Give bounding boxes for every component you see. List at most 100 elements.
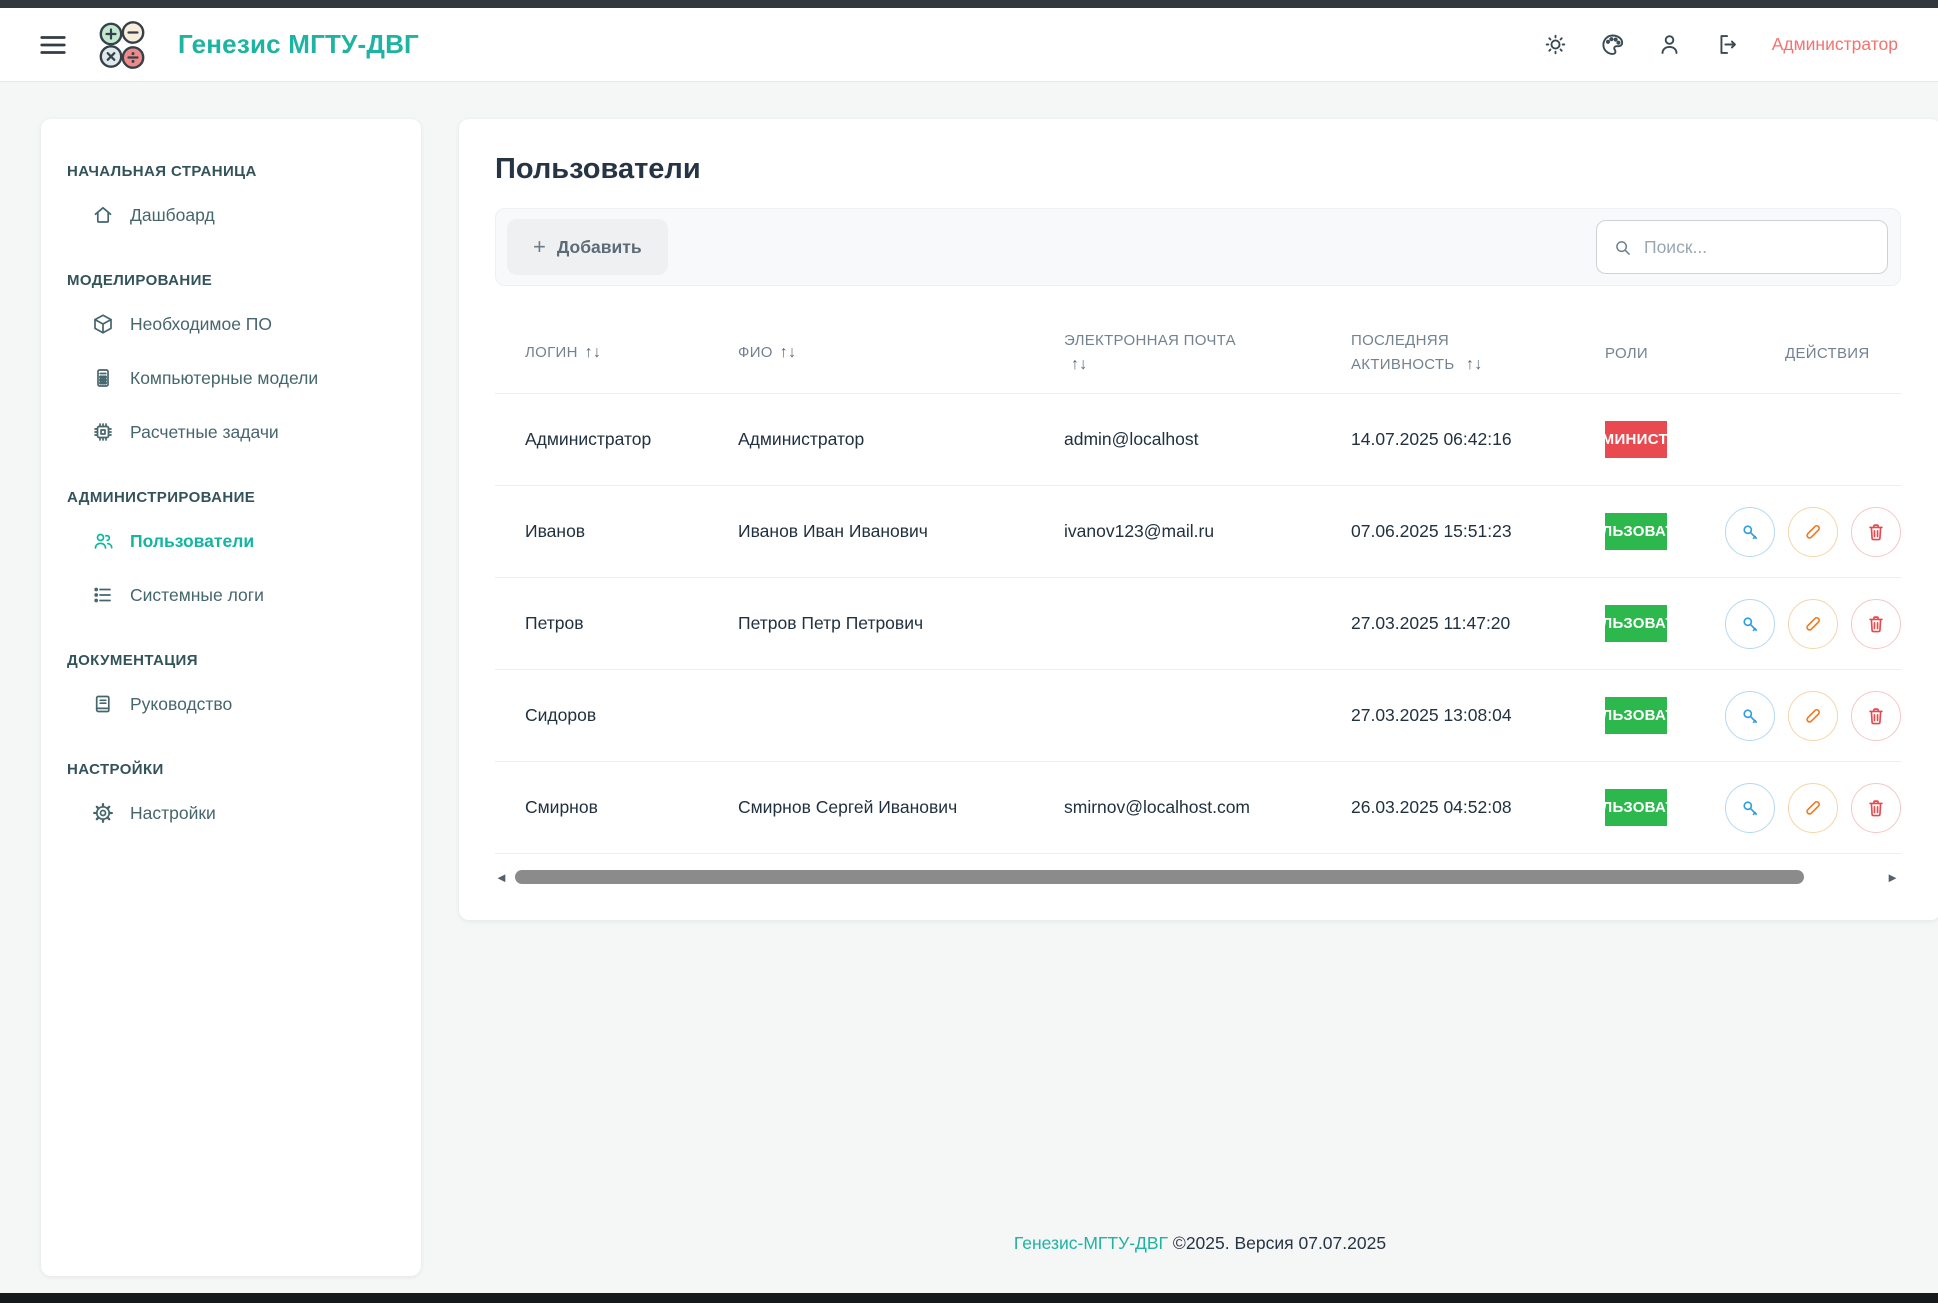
cell-login: Иванов bbox=[525, 521, 586, 541]
cell-email: admin@localhost bbox=[1064, 429, 1199, 449]
search-icon bbox=[1612, 237, 1633, 258]
sidebar-item-users[interactable]: Пользователи bbox=[67, 514, 403, 568]
cell-login: Смирнов bbox=[525, 797, 598, 817]
sidebar-section-settings: НАСТРОЙКИ bbox=[67, 761, 164, 778]
sort-icon[interactable]: ↑↓ bbox=[1071, 356, 1088, 373]
sidebar-item-manual[interactable]: Руководство bbox=[67, 677, 403, 731]
sidebar-item-system-logs[interactable]: Системные логи bbox=[67, 568, 403, 622]
sidebar-item-computation-tasks[interactable]: Расчетные задачи bbox=[67, 405, 403, 459]
key-icon bbox=[1739, 613, 1761, 635]
edit-user-button[interactable] bbox=[1788, 598, 1838, 649]
table-header-row: ЛОГИН ↑↓ ФИО ↑↓ ЭЛЕКТРОННАЯ ПОЧТА ↑↓ ПОСЛЕ… bbox=[495, 314, 1901, 394]
sidebar-section-documentation: ДОКУМЕНТАЦИЯ bbox=[67, 652, 198, 669]
list-icon bbox=[91, 583, 115, 607]
role-badge: АДМИНИСТРАТОР bbox=[1605, 421, 1667, 458]
sort-icon[interactable]: ↑↓ bbox=[780, 344, 797, 361]
horizontal-scrollbar: ◄ ► bbox=[495, 870, 1899, 884]
trash-icon bbox=[1865, 705, 1887, 727]
cell-roles: ПОЛЬЗОВАТЕЛЬ bbox=[1605, 513, 1667, 550]
cell-last-activity: 14.07.2025 06:42:16 bbox=[1351, 429, 1512, 449]
search-box bbox=[1596, 220, 1888, 274]
column-header-roles: РОЛИ bbox=[1605, 344, 1648, 362]
cell-roles: ПОЛЬЗОВАТЕЛЬ bbox=[1605, 605, 1667, 642]
reset-password-button[interactable] bbox=[1725, 690, 1775, 741]
sidebar-item-required-software[interactable]: Необходимое ПО bbox=[67, 297, 403, 351]
scroll-right-arrow[interactable]: ► bbox=[1886, 871, 1899, 884]
sidebar-item-dashboard[interactable]: Дашбоард bbox=[67, 188, 403, 242]
key-icon bbox=[1739, 797, 1761, 819]
cpu-icon bbox=[91, 420, 115, 444]
table-row: Смирнов Смирнов Сергей Иванович smirnov@… bbox=[495, 762, 1901, 854]
add-user-label: Добавить bbox=[556, 236, 642, 257]
sidebar: НАЧАЛЬНАЯ СТРАНИЦА Дашбоард МОДЕЛИРОВАНИ… bbox=[41, 119, 421, 1276]
sidebar-item-label: Настройки bbox=[130, 802, 216, 823]
menu-toggle-button[interactable] bbox=[38, 30, 68, 60]
page-title: Пользователи bbox=[495, 153, 701, 185]
reset-password-button[interactable] bbox=[1725, 598, 1775, 649]
app-logo bbox=[99, 20, 145, 69]
cell-login: Администратор bbox=[525, 429, 652, 449]
trash-icon bbox=[1865, 797, 1887, 819]
sidebar-section-home: НАЧАЛЬНАЯ СТРАНИЦА bbox=[67, 163, 257, 180]
footer-brand-link[interactable]: Генезис-МГТУ-ДВГ bbox=[1014, 1233, 1168, 1253]
logout-icon bbox=[1713, 31, 1740, 58]
key-icon bbox=[1739, 705, 1761, 727]
theme-toggle-button[interactable] bbox=[1542, 31, 1569, 58]
palette-button[interactable] bbox=[1599, 31, 1626, 58]
scroll-left-arrow[interactable]: ◄ bbox=[495, 871, 508, 884]
edit-user-button[interactable] bbox=[1788, 782, 1838, 833]
home-icon bbox=[91, 203, 115, 227]
profile-button[interactable] bbox=[1656, 31, 1683, 58]
column-header-email[interactable]: ЭЛЕКТРОННАЯ ПОЧТА ↑↓ bbox=[1064, 329, 1351, 377]
column-header-last-activity[interactable]: ПОСЛЕДНЯЯ АКТИВНОСТЬ ↑↓ bbox=[1351, 329, 1605, 377]
sidebar-section-administration: АДМИНИСТРИРОВАНИЕ bbox=[67, 489, 256, 506]
scrollbar-thumb[interactable] bbox=[514, 870, 1805, 884]
app-title: Генезис МГТУ-ДВГ bbox=[178, 29, 419, 59]
plus-icon: + bbox=[533, 234, 546, 259]
edit-user-button[interactable] bbox=[1788, 506, 1838, 557]
edit-user-button[interactable] bbox=[1788, 690, 1838, 741]
cell-login: Петров bbox=[525, 613, 584, 633]
cell-actions bbox=[1725, 598, 1901, 649]
cell-actions bbox=[1725, 690, 1901, 741]
sidebar-section-modeling: МОДЕЛИРОВАНИЕ bbox=[67, 272, 213, 289]
sidebar-item-label: Расчетные задачи bbox=[130, 421, 279, 442]
column-header-actions: ДЕЙСТВИЯ bbox=[1785, 344, 1870, 362]
delete-user-button[interactable] bbox=[1851, 506, 1901, 557]
delete-user-button[interactable] bbox=[1851, 598, 1901, 649]
delete-user-button[interactable] bbox=[1851, 690, 1901, 741]
sidebar-item-settings[interactable]: Настройки bbox=[67, 786, 403, 840]
cell-last-activity: 27.03.2025 13:08:04 bbox=[1351, 705, 1512, 725]
cell-email: smirnov@localhost.com bbox=[1064, 797, 1251, 817]
cell-last-activity: 26.03.2025 04:52:08 bbox=[1351, 797, 1512, 817]
cell-last-activity: 07.06.2025 15:51:23 bbox=[1351, 521, 1512, 541]
cell-actions bbox=[1725, 782, 1901, 833]
current-user-label[interactable]: Администратор bbox=[1772, 34, 1898, 55]
table-row: Петров Петров Петр Петрович 27.03.2025 1… bbox=[495, 578, 1901, 670]
table-toolbar: + Добавить bbox=[495, 208, 1901, 286]
role-badge: ПОЛЬЗОВАТЕЛЬ bbox=[1605, 605, 1667, 642]
book-icon bbox=[91, 692, 115, 716]
cell-fio: Петров Петр Петрович bbox=[738, 613, 924, 633]
reset-password-button[interactable] bbox=[1725, 506, 1775, 557]
sort-icon[interactable]: ↑↓ bbox=[585, 344, 602, 361]
column-header-fio[interactable]: ФИО ↑↓ bbox=[738, 341, 1064, 366]
cell-roles: ПОЛЬЗОВАТЕЛЬ bbox=[1605, 789, 1667, 826]
search-input[interactable] bbox=[1644, 236, 1873, 258]
cell-login: Сидоров bbox=[525, 705, 597, 725]
sidebar-item-computer-models[interactable]: Компьютерные модели bbox=[67, 351, 403, 405]
trash-icon bbox=[1865, 613, 1887, 635]
cell-fio: Смирнов Сергей Иванович bbox=[738, 797, 958, 817]
sun-icon bbox=[1542, 31, 1569, 58]
sidebar-item-label: Руководство bbox=[130, 693, 233, 714]
top-strip bbox=[0, 0, 1938, 8]
sort-icon[interactable]: ↑↓ bbox=[1466, 356, 1483, 373]
reset-password-button[interactable] bbox=[1725, 782, 1775, 833]
scrollbar-track[interactable] bbox=[514, 870, 1879, 884]
table-row: Иванов Иванов Иван Иванович ivanov123@ma… bbox=[495, 486, 1901, 578]
delete-user-button[interactable] bbox=[1851, 782, 1901, 833]
logout-button[interactable] bbox=[1713, 31, 1740, 58]
add-user-button[interactable]: + Добавить bbox=[507, 219, 668, 275]
sidebar-item-label: Дашбоард bbox=[130, 204, 215, 225]
column-header-login[interactable]: ЛОГИН ↑↓ bbox=[525, 341, 738, 366]
